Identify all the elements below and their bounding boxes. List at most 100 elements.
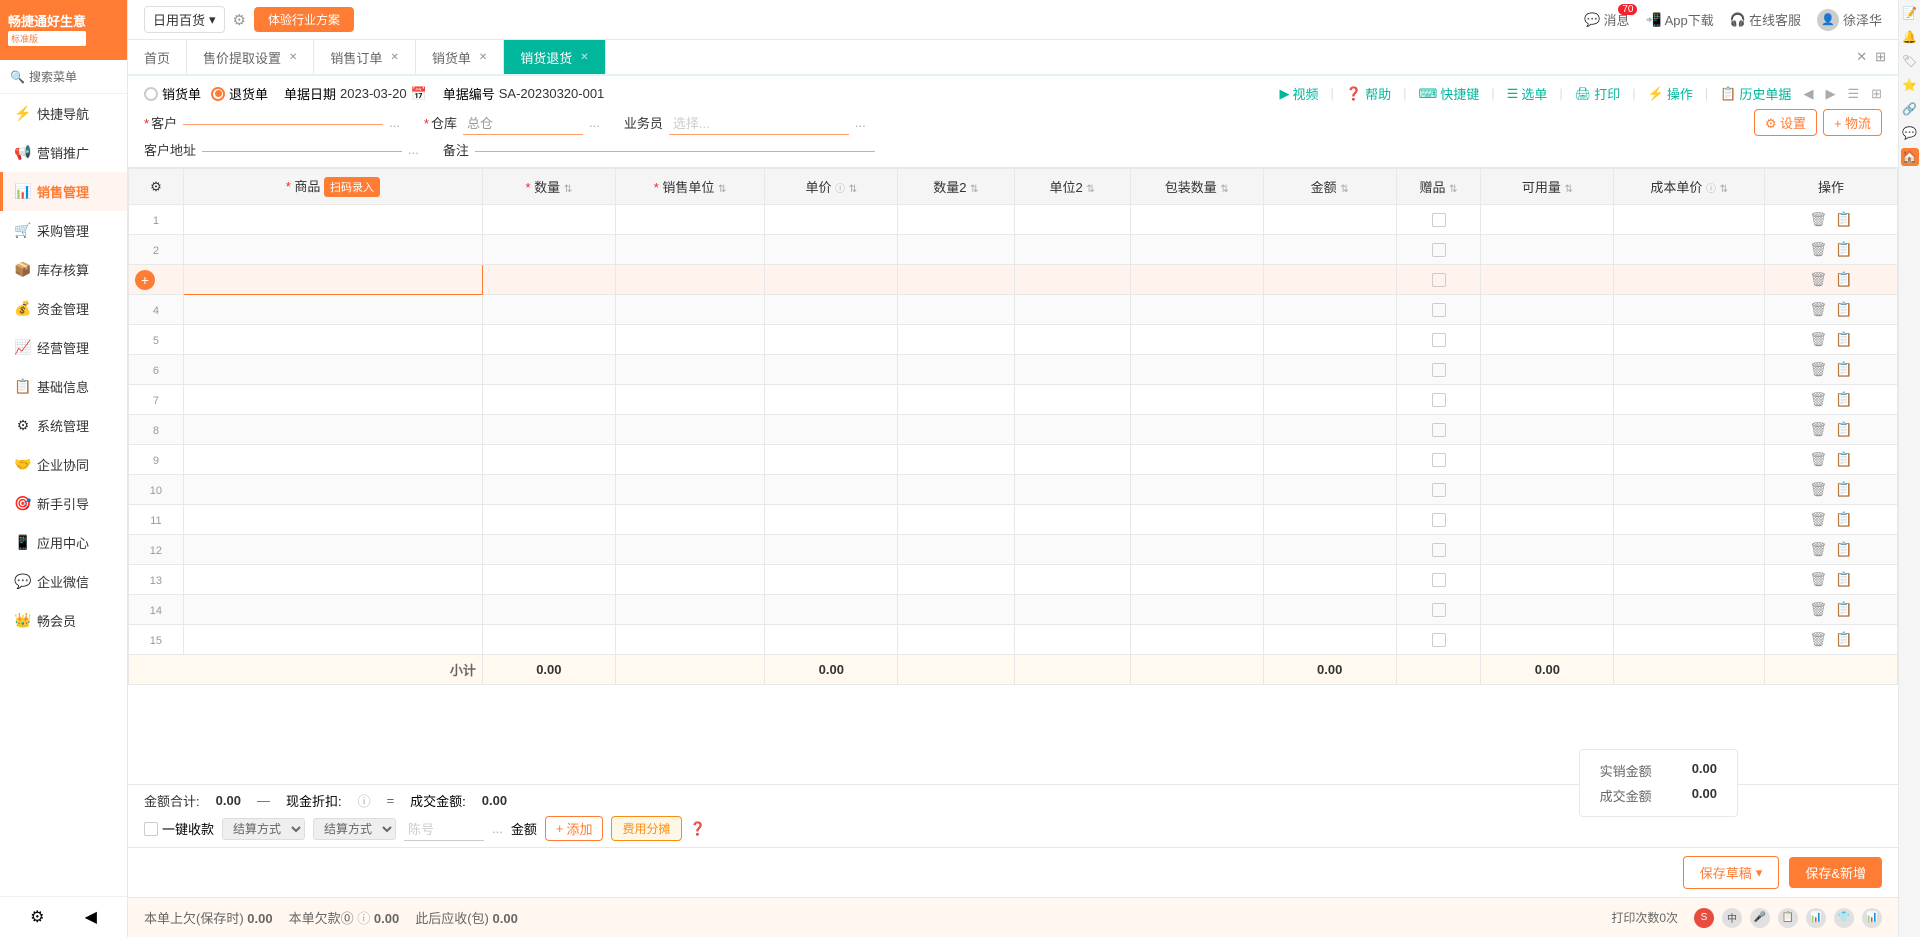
- cell-available[interactable]: [1481, 205, 1614, 235]
- cell-product[interactable]: [183, 445, 482, 475]
- cell-qty2[interactable]: [898, 565, 1014, 595]
- cell-unit[interactable]: [615, 235, 765, 265]
- sidebar-item-marketing[interactable]: 📢 营销推广: [0, 133, 127, 172]
- customer-input[interactable]: [183, 120, 383, 125]
- cell-pkg-qty[interactable]: [1130, 355, 1263, 385]
- rs-icon-star[interactable]: ⭐: [1901, 76, 1919, 94]
- cell-cost-price[interactable]: [1614, 505, 1765, 535]
- cell-qty2[interactable]: [898, 625, 1014, 655]
- toolbar-select[interactable]: ☰ 选单: [1507, 84, 1548, 103]
- cell-qty2[interactable]: [898, 595, 1014, 625]
- cell-price[interactable]: [765, 475, 898, 505]
- cell-unit[interactable]: [615, 625, 765, 655]
- add-row-button[interactable]: +: [135, 270, 155, 290]
- gift-checkbox[interactable]: [1432, 543, 1446, 557]
- toolbar-print[interactable]: 🖨 打印: [1575, 84, 1621, 103]
- copy-row-icon[interactable]: 📋: [1835, 331, 1852, 348]
- tab-sales-delivery-close[interactable]: ✕: [479, 52, 487, 63]
- cell-cost-price[interactable]: [1614, 415, 1765, 445]
- cell-pkg-qty[interactable]: [1130, 475, 1263, 505]
- cell-available[interactable]: [1481, 265, 1614, 295]
- cell-product[interactable]: [183, 595, 482, 625]
- settlement-select[interactable]: 结算方式: [222, 818, 305, 840]
- save-new-button[interactable]: 保存&新增: [1789, 857, 1882, 888]
- cell-cost-price[interactable]: [1614, 625, 1765, 655]
- th-gear[interactable]: ⚙: [129, 169, 184, 205]
- app-download-button[interactable]: 📲 App下载: [1645, 10, 1713, 29]
- sidebar-item-purchase[interactable]: 🛒 采购管理: [0, 211, 127, 250]
- cell-available[interactable]: [1481, 295, 1614, 325]
- sysbar-icon-6[interactable]: 👕: [1834, 908, 1854, 928]
- cell-product[interactable]: [183, 235, 482, 265]
- industry-select[interactable]: 日用百货 ▾: [144, 6, 225, 33]
- gift-checkbox[interactable]: [1432, 423, 1446, 437]
- gift-checkbox[interactable]: [1432, 453, 1446, 467]
- rs-icon-tag[interactable]: 🏷: [1901, 52, 1919, 70]
- cell-pkg-qty[interactable]: [1130, 265, 1263, 295]
- cell-qty[interactable]: [482, 265, 615, 295]
- sysbar-icon-7[interactable]: 📊: [1862, 908, 1882, 928]
- sidebar-item-finance[interactable]: 💰 资金管理: [0, 289, 127, 328]
- address-input[interactable]: [202, 147, 402, 152]
- cell-available[interactable]: [1481, 325, 1614, 355]
- cell-pkg-qty[interactable]: [1130, 205, 1263, 235]
- cell-product[interactable]: [183, 385, 482, 415]
- cell-available[interactable]: [1481, 385, 1614, 415]
- settings-topbar-icon[interactable]: ⚙: [233, 11, 246, 29]
- cell-cost-price[interactable]: [1614, 205, 1765, 235]
- customer-dots[interactable]: ...: [389, 115, 400, 130]
- tab-price-set[interactable]: 售价提取设置 ✕: [187, 40, 314, 74]
- cell-cost-price[interactable]: [1614, 385, 1765, 415]
- cell-unit2[interactable]: [1014, 385, 1130, 415]
- sidebar-item-enterprise[interactable]: 🤝 企业协同: [0, 445, 127, 484]
- cell-price[interactable]: [765, 325, 898, 355]
- cell-qty[interactable]: [482, 505, 615, 535]
- cell-qty[interactable]: [482, 535, 615, 565]
- cell-cost-price[interactable]: [1614, 265, 1765, 295]
- cell-price[interactable]: [765, 295, 898, 325]
- delete-row-icon[interactable]: 🗑: [1809, 451, 1827, 468]
- copy-row-icon[interactable]: 📋: [1835, 211, 1852, 228]
- cell-price[interactable]: [765, 235, 898, 265]
- copy-row-icon[interactable]: 📋: [1835, 421, 1852, 438]
- tab-close-all-icon[interactable]: ✕: [1856, 49, 1867, 65]
- cell-qty[interactable]: [482, 355, 615, 385]
- copy-row-icon[interactable]: 📋: [1835, 631, 1852, 648]
- radio-sales[interactable]: 销货单: [144, 84, 201, 103]
- sidebar-item-member[interactable]: 👑 畅会员: [0, 601, 127, 640]
- cell-cost-price[interactable]: [1614, 475, 1765, 505]
- sidebar-item-shortcut[interactable]: ⚡ 快捷导航: [0, 94, 127, 133]
- cell-cost-price[interactable]: [1614, 355, 1765, 385]
- account-dots[interactable]: ...: [492, 821, 503, 836]
- cell-product[interactable]: [183, 415, 482, 445]
- radio-return[interactable]: 退货单: [211, 84, 268, 103]
- delete-row-icon[interactable]: 🗑: [1809, 601, 1827, 618]
- account-number-input[interactable]: 陈号: [404, 817, 484, 841]
- cell-qty[interactable]: [482, 295, 615, 325]
- cell-amount[interactable]: [1263, 445, 1396, 475]
- date-value[interactable]: 2023-03-20: [340, 86, 407, 101]
- cell-pkg-qty[interactable]: [1130, 445, 1263, 475]
- date-picker-icon[interactable]: 📅: [411, 86, 427, 102]
- gift-checkbox[interactable]: [1432, 633, 1446, 647]
- cell-qty2[interactable]: [898, 505, 1014, 535]
- sidebar-item-apps[interactable]: 📱 应用中心: [0, 523, 127, 562]
- cell-amount[interactable]: [1263, 565, 1396, 595]
- cell-unit2[interactable]: [1014, 205, 1130, 235]
- cell-qty[interactable]: [482, 595, 615, 625]
- cell-available[interactable]: [1481, 475, 1614, 505]
- copy-row-icon[interactable]: 📋: [1835, 571, 1852, 588]
- tab-home[interactable]: 首页: [128, 40, 187, 74]
- gift-checkbox[interactable]: [1432, 363, 1446, 377]
- sysbar-icon-2[interactable]: 中: [1722, 908, 1742, 928]
- copy-row-icon[interactable]: 📋: [1835, 541, 1852, 558]
- cell-qty2[interactable]: [898, 535, 1014, 565]
- calc-method-select[interactable]: 结算方式: [313, 818, 396, 840]
- cell-unit2[interactable]: [1014, 355, 1130, 385]
- copy-row-icon[interactable]: 📋: [1835, 601, 1852, 618]
- cell-amount[interactable]: [1263, 265, 1396, 295]
- toolbar-shortcut[interactable]: ⌨ 快捷键: [1418, 84, 1479, 103]
- gift-checkbox[interactable]: [1432, 393, 1446, 407]
- cell-unit2[interactable]: [1014, 295, 1130, 325]
- rs-icon-home[interactable]: 🏠: [1901, 148, 1919, 166]
